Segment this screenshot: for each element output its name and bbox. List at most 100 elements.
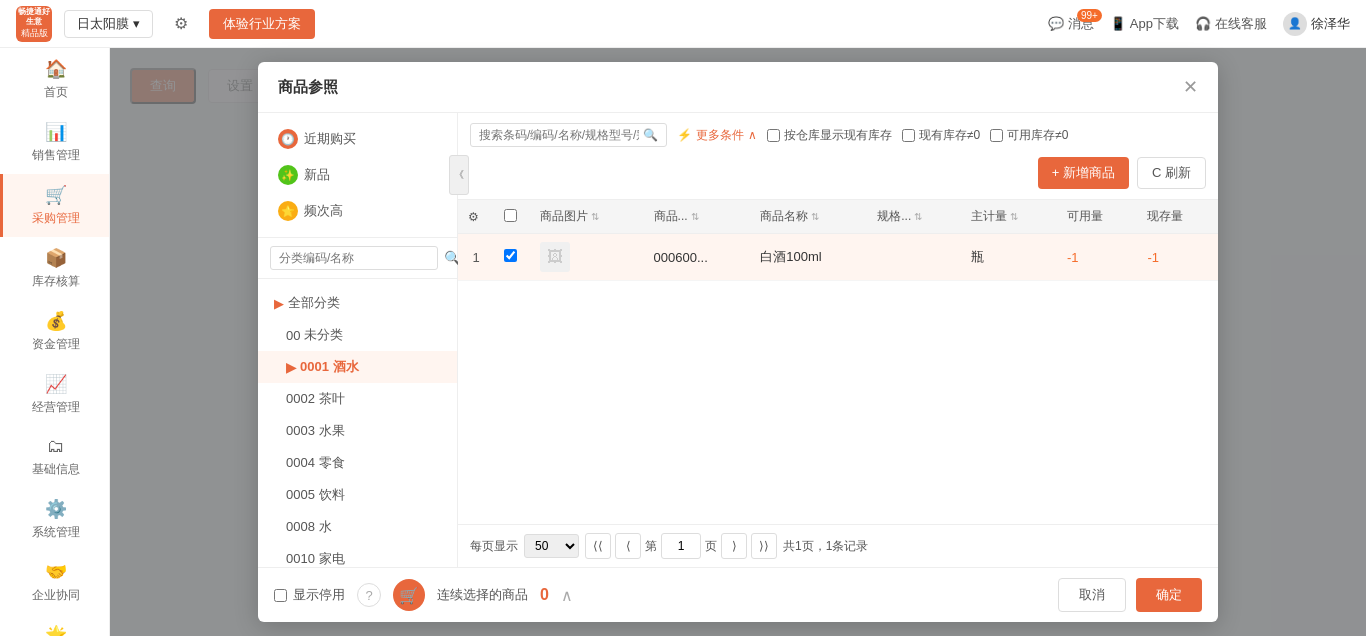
- per-page-label: 每页显示: [470, 538, 518, 555]
- topnav: 畅捷通好生意 精品版 日太阳膜 ▾ ⚙ 体验行业方案 💬 消息 99+ 📱 Ap…: [0, 0, 1366, 48]
- settings-btn[interactable]: ⚙: [165, 8, 197, 40]
- main-layout: 🏠 首页 📊 销售管理 🛒 采购管理 📦 库存核算 💰 资金管理 📈 经营管理 …: [0, 48, 1366, 636]
- sidebar-item-operation[interactable]: 📈 经营管理: [0, 363, 109, 426]
- store-name: 日太阳膜: [77, 15, 129, 33]
- sidebar-item-inventory[interactable]: 📦 库存核算: [0, 237, 109, 300]
- inventory-icon: 📦: [45, 247, 67, 269]
- cat-0010[interactable]: 0010 家电: [258, 543, 457, 567]
- cart-label: 连续选择的商品: [437, 586, 528, 604]
- sidebar-item-system[interactable]: ⚙️ 系统管理: [0, 488, 109, 551]
- phone-icon: 📱: [1110, 16, 1126, 31]
- per-page-select[interactable]: 50 10 20 100: [524, 534, 579, 558]
- show-stopped-checkbox[interactable]: [274, 589, 287, 602]
- user-area[interactable]: 👤 徐泽华: [1283, 12, 1350, 36]
- add-product-btn[interactable]: + 新增商品: [1038, 157, 1129, 189]
- cat-0003[interactable]: 0003 水果: [258, 415, 457, 447]
- cat-0001[interactable]: ▶ 0001 酒水: [258, 351, 457, 383]
- checkbox-warehouse-input[interactable]: [767, 129, 780, 142]
- sidebar-label-inventory: 库存核算: [32, 273, 80, 290]
- logo-text: 畅捷通好生意: [16, 7, 52, 28]
- collab-icon: 🤝: [45, 561, 67, 583]
- product-search-input[interactable]: [479, 128, 639, 142]
- confirm-btn[interactable]: 确定: [1136, 578, 1202, 612]
- basic-icon: 🗂: [47, 436, 65, 457]
- pagination-bar: 每页显示 50 10 20 100 ⟨⟨ ⟨ 第: [458, 524, 1218, 567]
- sidebar-item-purchase[interactable]: 🛒 采购管理: [0, 174, 109, 237]
- online-service-btn[interactable]: 🎧 在线客服: [1195, 15, 1267, 33]
- checkbox-nonzero-stock-input[interactable]: [902, 129, 915, 142]
- column-settings-icon[interactable]: ⚙: [468, 210, 479, 224]
- cat-00[interactable]: 00 未分类: [258, 319, 457, 351]
- table-row[interactable]: 1 🖼 000600...: [458, 234, 1218, 281]
- sort-name-icon[interactable]: ⇅: [811, 211, 819, 222]
- checkbox-nonzero-available-label: 可用库存≠0: [1007, 127, 1068, 144]
- category-search-input[interactable]: [270, 246, 438, 270]
- cancel-btn[interactable]: 取消: [1058, 578, 1126, 612]
- cat-0008[interactable]: 0008 水: [258, 511, 457, 543]
- product-search-icon[interactable]: 🔍: [643, 128, 658, 142]
- row-stock-cell: -1: [1137, 234, 1218, 281]
- trial-button[interactable]: 体验行业方案: [209, 9, 315, 39]
- sidebar-label-operation: 经营管理: [32, 399, 80, 416]
- sort-image-icon[interactable]: ⇅: [591, 211, 599, 222]
- sort-spec-icon[interactable]: ⇅: [914, 211, 922, 222]
- store-dropdown[interactable]: 日太阳膜 ▾: [64, 10, 153, 38]
- sidebar-label-sales: 销售管理: [32, 147, 80, 164]
- category-search-bar: 🔍: [258, 238, 457, 279]
- row-unit: 瓶: [971, 249, 984, 264]
- more-filter-btn[interactable]: ⚡ 更多条件 ∧: [677, 127, 757, 144]
- app-download-label: App下载: [1130, 15, 1179, 33]
- product-table: ⚙ 商品图片⇅ 商品...⇅: [458, 200, 1218, 281]
- cat-0004-label: 0004 零食: [286, 454, 345, 472]
- sidebar-item-collab[interactable]: 🤝 企业协同: [0, 551, 109, 614]
- prev-page-btn[interactable]: ⟨: [615, 533, 641, 559]
- sort-unit-icon[interactable]: ⇅: [1010, 211, 1018, 222]
- quick-freq[interactable]: ⭐ 频次高: [270, 195, 445, 227]
- row-spec-cell: [867, 234, 960, 281]
- collapse-selection-icon[interactable]: ∧: [561, 586, 573, 605]
- collapse-panel-btn[interactable]: 《: [449, 155, 469, 195]
- row-checkbox[interactable]: [504, 249, 517, 262]
- col-stock: 现存量: [1137, 200, 1218, 234]
- messages-btn[interactable]: 💬 消息 99+: [1048, 15, 1094, 33]
- first-page-btn[interactable]: ⟨⟨: [585, 533, 611, 559]
- product-image: 🖼: [540, 242, 570, 272]
- row-checkbox-cell: [494, 234, 530, 281]
- checkbox-nonzero-available-input[interactable]: [990, 129, 1003, 142]
- operation-icon: 📈: [45, 373, 67, 395]
- quick-recent[interactable]: 🕐 近期购买: [270, 123, 445, 155]
- sidebar-label-collab: 企业协同: [32, 587, 80, 604]
- next-page-btn[interactable]: ⟩: [721, 533, 747, 559]
- last-page-btn[interactable]: ⟩⟩: [751, 533, 777, 559]
- checkbox-warehouse[interactable]: 按仓库显示现有库存: [767, 127, 892, 144]
- cat-0004[interactable]: 0004 零食: [258, 447, 457, 479]
- sidebar-item-basic[interactable]: 🗂 基础信息: [0, 426, 109, 488]
- cat-00-code: 00: [286, 328, 300, 343]
- modal-close-btn[interactable]: ✕: [1183, 76, 1198, 98]
- logo-area: 畅捷通好生意 精品版: [16, 6, 52, 42]
- cart-btn[interactable]: 🛒: [393, 579, 425, 611]
- help-icon[interactable]: ?: [357, 583, 381, 607]
- checkbox-nonzero-stock[interactable]: 现有库存≠0: [902, 127, 980, 144]
- system-icon: ⚙️: [45, 498, 67, 520]
- app-download-btn[interactable]: 📱 App下载: [1110, 15, 1179, 33]
- show-stopped-label[interactable]: 显示停用: [274, 586, 345, 604]
- cat-0005[interactable]: 0005 饮料: [258, 479, 457, 511]
- sidebar-item-sales[interactable]: 📊 销售管理: [0, 111, 109, 174]
- sales-icon: 📊: [45, 121, 67, 143]
- select-all-checkbox[interactable]: [504, 209, 517, 222]
- sidebar-item-finance[interactable]: 💰 资金管理: [0, 300, 109, 363]
- page-number-input[interactable]: [661, 533, 701, 559]
- cat-all[interactable]: ▶ 全部分类: [258, 287, 457, 319]
- cat-0002[interactable]: 0002 茶叶: [258, 383, 457, 415]
- checkbox-nonzero-available[interactable]: 可用库存≠0: [990, 127, 1068, 144]
- cat-0002-label: 0002 茶叶: [286, 390, 345, 408]
- sort-code-icon[interactable]: ⇅: [691, 211, 699, 222]
- category-list: ▶ 全部分类 00 未分类 ▶ 0001 酒水: [258, 279, 457, 567]
- sidebar-item-guide[interactable]: 🌟 新手引导: [0, 614, 109, 636]
- selected-count: 0: [540, 586, 549, 604]
- page-nav: ⟨⟨ ⟨ 第 页 ⟩ ⟩⟩: [585, 533, 777, 559]
- sidebar-item-home[interactable]: 🏠 首页: [0, 48, 109, 111]
- quick-new[interactable]: ✨ 新品: [270, 159, 445, 191]
- refresh-btn[interactable]: C 刷新: [1137, 157, 1206, 189]
